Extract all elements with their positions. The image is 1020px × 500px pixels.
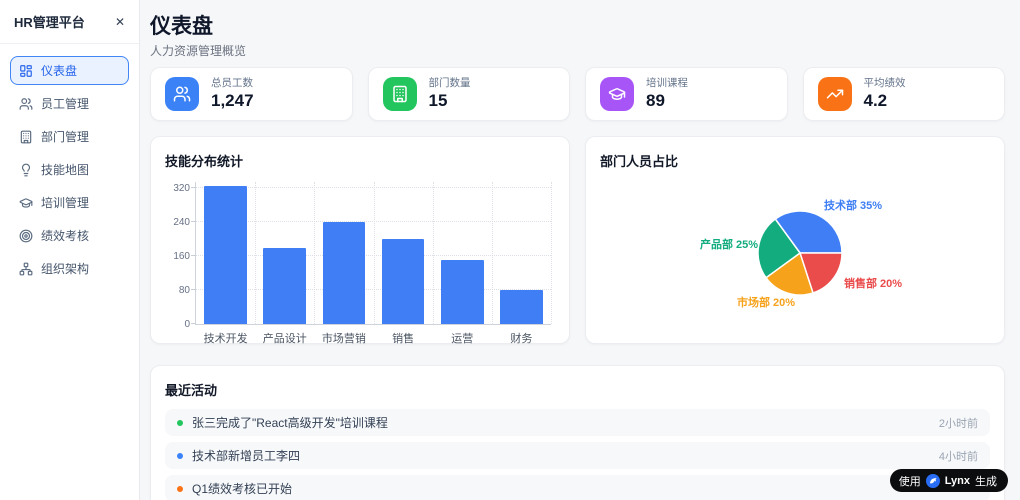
lynx-logo-icon xyxy=(925,473,940,488)
pie-label-product: 产品部 25% xyxy=(700,239,759,251)
y-tick-label: 80 xyxy=(178,285,190,297)
lynx-badge[interactable]: 使用 Lynx 生成 xyxy=(889,469,1008,492)
activity-time: 4小时前 xyxy=(938,450,978,463)
bar-category-label: 运营 xyxy=(451,333,474,345)
people-icon xyxy=(19,97,33,110)
sidebar-item-label: 技能地图 xyxy=(41,163,90,177)
status-dot xyxy=(177,419,183,426)
sidebar-item-label: 部门管理 xyxy=(41,130,90,144)
pie-label-sales: 销售部 20% xyxy=(844,278,903,290)
stat-label: 部门数量 xyxy=(428,77,471,89)
bar-slot: 运营 xyxy=(433,182,492,345)
sidebar-item-label: 培训管理 xyxy=(41,196,90,210)
stat-card-departments: 部门数量 15 xyxy=(367,67,570,121)
sidebar-item-dashboard[interactable]: 仪表盘 xyxy=(10,56,129,85)
bar-slot: 产品设计 xyxy=(255,182,314,345)
sidebar-item-org-structure[interactable]: 组织架构 xyxy=(10,254,129,283)
charts-row: 技能分布统计 0 80 160 240 320 技术开发 产品设计 市场营销 销售 运营 财务 部门… xyxy=(150,136,1005,345)
bar-运营 xyxy=(440,260,484,324)
skill-bar-chart-card: 技能分布统计 0 80 160 240 320 技术开发 产品设计 市场营销 销售 运营 财务 xyxy=(150,136,570,345)
activity-time: 2小时前 xyxy=(938,417,978,430)
bar-财务 xyxy=(500,290,543,324)
stat-card-total-employees: 总员工数 1,247 xyxy=(150,67,353,121)
bar-slot: 财务 xyxy=(492,182,551,345)
bar-category-label: 技术开发 xyxy=(203,333,248,345)
sidebar-item-label: 组织架构 xyxy=(41,262,90,276)
page-subtitle: 人力资源管理概览 xyxy=(150,44,247,58)
activity-text: 技术部新增员工李四 xyxy=(192,449,301,463)
lynx-badge-prefix: 使用 xyxy=(898,475,921,488)
pie-label-tech: 技术部 35% xyxy=(824,200,883,212)
y-tick-label: 240 xyxy=(173,217,190,229)
stat-card-avg-performance: 平均绩效 4.2 xyxy=(802,67,1005,121)
stat-card-training-courses: 培训课程 89 xyxy=(585,67,788,121)
org-chart-icon xyxy=(19,262,33,275)
status-dot xyxy=(177,485,183,492)
bar-chart-plot: 0 80 160 240 320 技术开发 产品设计 市场营销 销售 运营 财务 xyxy=(173,182,552,345)
bar-技术开发 xyxy=(204,186,247,324)
stat-value: 4.2 xyxy=(863,91,888,110)
department-pie-chart-card: 部门人员占比 技术部 35% 销售部 20% 市场部 20% 产品部 25% xyxy=(585,136,1005,344)
building-icon xyxy=(382,77,417,111)
close-icon[interactable]: ✕ xyxy=(115,16,125,28)
stat-label: 平均绩效 xyxy=(863,77,906,89)
stat-label: 培训课程 xyxy=(646,77,688,89)
activity-row: 技术部新增员工李四 4小时前 xyxy=(165,442,990,469)
target-icon xyxy=(19,229,33,242)
trend-up-icon xyxy=(817,77,852,111)
y-tick-label: 160 xyxy=(173,251,190,263)
pie-chart-title: 部门人员占比 xyxy=(600,154,679,169)
bar-销售 xyxy=(381,239,425,324)
stat-value: 15 xyxy=(428,91,448,110)
people-icon xyxy=(165,77,199,111)
bar-chart-title: 技能分布统计 xyxy=(165,154,244,169)
lightbulb-icon xyxy=(21,163,31,176)
graduation-cap-icon xyxy=(600,77,634,111)
v-gridline xyxy=(551,182,552,324)
sidebar-item-employees[interactable]: 员工管理 xyxy=(10,89,129,118)
sidebar: HR管理平台 ✕ 仪表盘 员工管理 部门管理 技能地图 培训管理 绩效考核 组织… xyxy=(0,0,140,500)
activity-row: Q1绩效考核已开始 xyxy=(165,475,990,500)
lynx-badge-suffix: 生成 xyxy=(975,475,997,488)
sidebar-item-training[interactable]: 培训管理 xyxy=(10,188,129,217)
bar-产品设计 xyxy=(263,247,307,324)
sidebar-item-label: 员工管理 xyxy=(41,97,90,111)
recent-activity-card: 最近活动 张三完成了"React高级开发"培训课程 2小时前 技术部新增员工李四… xyxy=(150,365,1005,500)
sidebar-header: HR管理平台 ✕ xyxy=(0,0,139,44)
y-tick-label: 320 xyxy=(173,183,190,195)
bar-市场营销 xyxy=(322,222,366,324)
activity-text: Q1绩效考核已开始 xyxy=(192,482,293,496)
recent-activity-title: 最近活动 xyxy=(165,383,218,398)
stats-row: 总员工数 1,247 部门数量 15 培训课程 89 平均绩效 4.2 xyxy=(150,67,1005,121)
building-icon xyxy=(20,130,32,143)
pie-label-marketing: 市场部 20% xyxy=(737,297,796,309)
activity-text: 张三完成了"React高级开发"培训课程 xyxy=(192,416,388,430)
bar-slot: 技术开发 xyxy=(196,182,255,345)
lynx-badge-brand: Lynx xyxy=(944,474,970,487)
bar-slot: 市场营销 xyxy=(314,182,373,345)
stat-value: 89 xyxy=(646,91,665,110)
sidebar-item-performance[interactable]: 绩效考核 xyxy=(10,221,129,250)
status-dot xyxy=(177,452,183,459)
page-title: 仪表盘 xyxy=(150,15,213,38)
sidebar-item-departments[interactable]: 部门管理 xyxy=(10,122,129,151)
sidebar-item-label: 绩效考核 xyxy=(41,229,90,243)
bar-category-label: 财务 xyxy=(510,333,533,345)
app-title: HR管理平台 xyxy=(14,15,85,30)
stat-value: 1,247 xyxy=(211,91,254,110)
bar-category-label: 产品设计 xyxy=(262,333,307,345)
stat-label: 总员工数 xyxy=(211,77,253,89)
bar-slot: 销售 xyxy=(374,182,433,345)
sidebar-item-label: 仪表盘 xyxy=(41,64,78,78)
bar-category-label: 销售 xyxy=(392,333,415,345)
graduation-cap-icon xyxy=(19,197,33,208)
dashboard-icon xyxy=(20,64,32,77)
bar-category-label: 市场营销 xyxy=(321,333,366,345)
activity-row: 张三完成了"React高级开发"培训课程 2小时前 xyxy=(165,409,990,436)
sidebar-nav: 仪表盘 员工管理 部门管理 技能地图 培训管理 绩效考核 组织架构 xyxy=(0,44,139,299)
main-content: 仪表盘 人力资源管理概览 总员工数 1,247 部门数量 15 培训课程 89 … xyxy=(140,0,1020,500)
sidebar-item-skill-map[interactable]: 技能地图 xyxy=(10,155,129,184)
y-tick-label: 0 xyxy=(184,319,190,330)
pie-svg xyxy=(757,210,843,296)
